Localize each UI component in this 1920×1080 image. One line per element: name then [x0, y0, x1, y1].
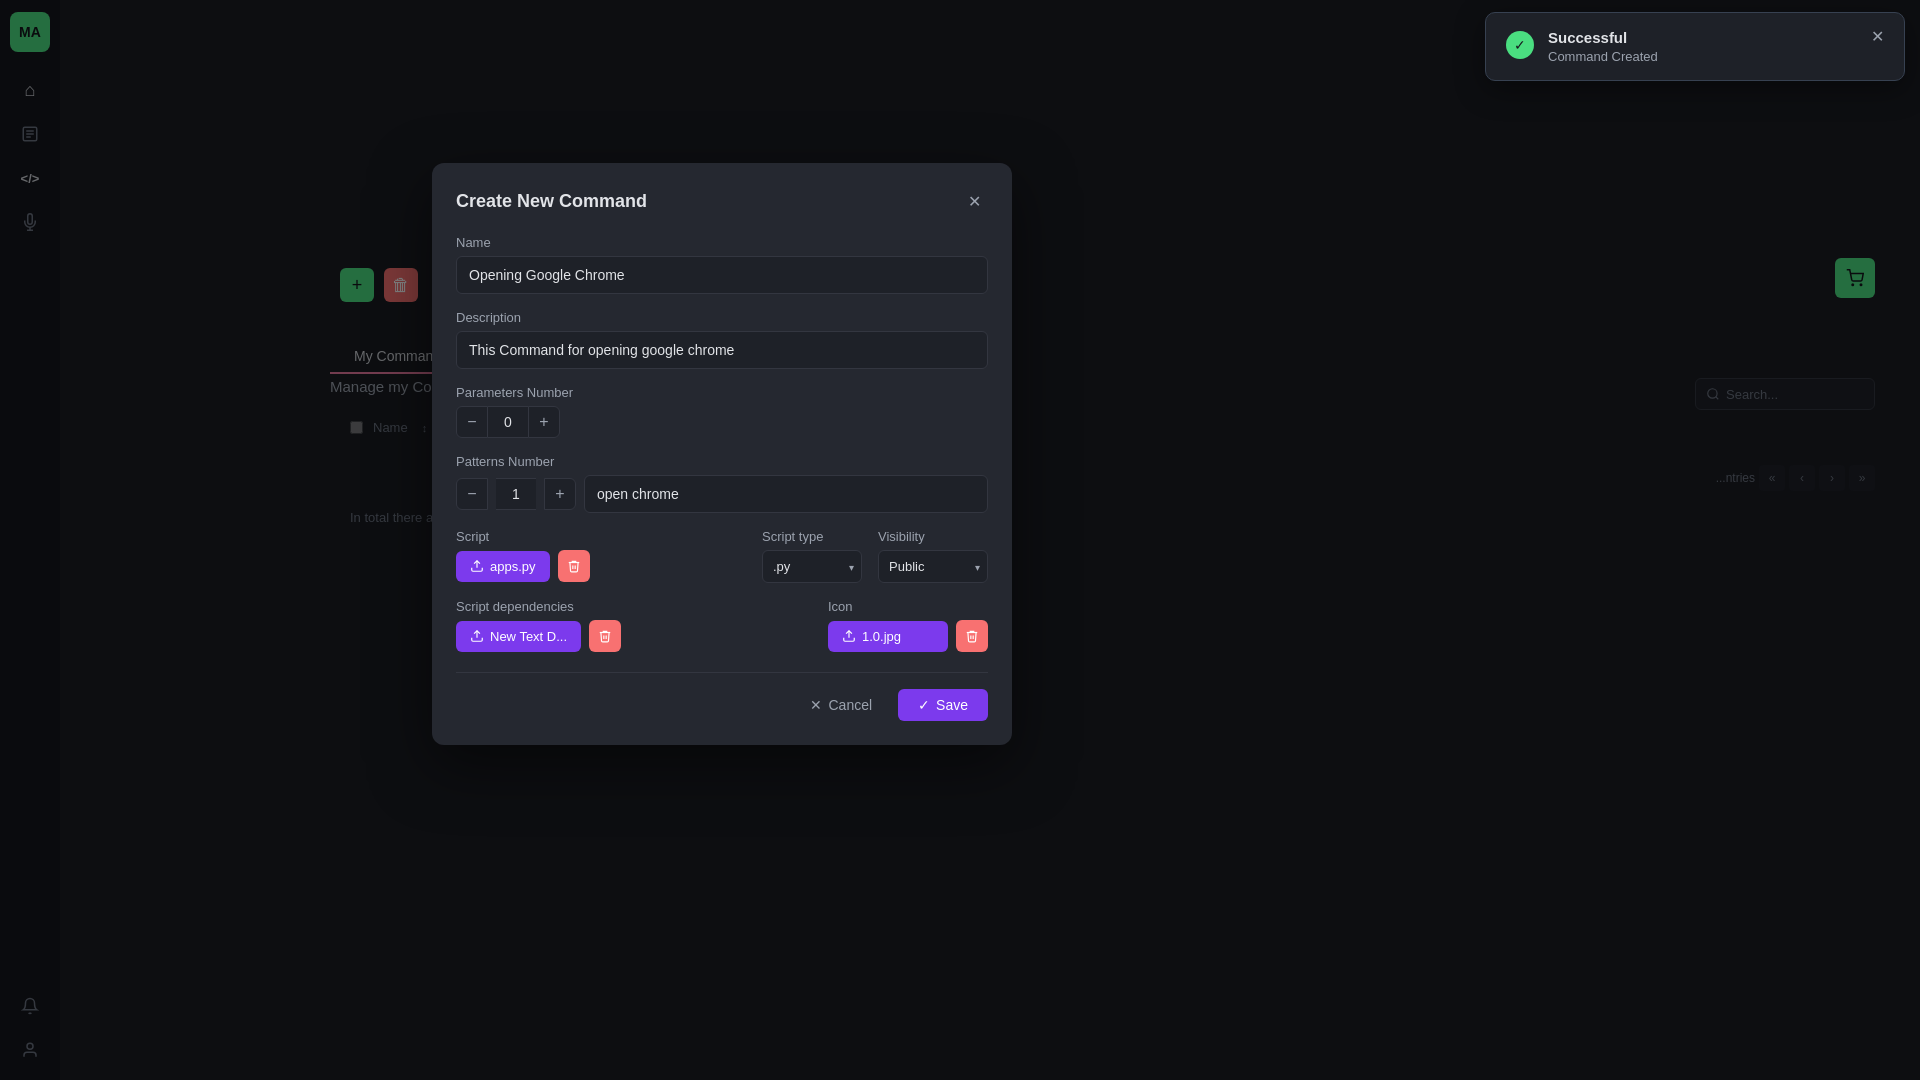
toast-notification: ✓ Successful Command Created ✕: [1485, 12, 1905, 81]
name-field-group: Name: [456, 235, 988, 294]
patterns-decrement[interactable]: −: [456, 478, 488, 510]
patterns-value: 1: [496, 478, 536, 510]
icon-delete-button[interactable]: [956, 620, 988, 652]
modal-footer: ✕ Cancel ✓ Save: [456, 672, 988, 721]
script-row: Script apps.py Script: [456, 529, 988, 583]
parameters-decrement[interactable]: −: [456, 406, 488, 438]
dependency-filename: New Text D...: [490, 629, 567, 644]
patterns-increment[interactable]: +: [544, 478, 576, 510]
cancel-icon: ✕: [810, 697, 822, 713]
toast-close-button[interactable]: ✕: [1871, 27, 1884, 46]
parameters-increment[interactable]: +: [528, 406, 560, 438]
save-icon: ✓: [918, 697, 930, 713]
visibility-col: Visibility Public Private: [878, 529, 988, 583]
visibility-select[interactable]: Public Private: [878, 550, 988, 583]
script-upload-button[interactable]: apps.py: [456, 551, 550, 582]
cancel-label: Cancel: [828, 697, 872, 713]
create-command-modal: Create New Command ✕ Name Description Pa…: [432, 163, 1012, 745]
save-button[interactable]: ✓ Save: [898, 689, 988, 721]
description-input[interactable]: [456, 331, 988, 369]
script-field-group: Script apps.py Script: [456, 529, 988, 583]
name-label: Name: [456, 235, 988, 250]
modal-title: Create New Command: [456, 191, 647, 212]
dependency-delete-button[interactable]: [589, 620, 621, 652]
patterns-label: Patterns Number: [456, 454, 988, 469]
toast-success-icon: ✓: [1506, 31, 1534, 59]
dependency-upload-button[interactable]: New Text D...: [456, 621, 581, 652]
script-filename: apps.py: [490, 559, 536, 574]
toast-title: Successful: [1548, 29, 1857, 46]
icon-col: Icon 1.0.jpg: [828, 599, 988, 652]
script-col: Script apps.py: [456, 529, 746, 582]
name-input[interactable]: [456, 256, 988, 294]
description-field-group: Description: [456, 310, 988, 369]
bottom-row: Script dependencies New Text D... Icon: [456, 599, 988, 652]
dependencies-files-row: New Text D...: [456, 620, 812, 652]
script-type-label: Script type: [762, 529, 862, 544]
save-label: Save: [936, 697, 968, 713]
parameters-stepper: − 0 +: [456, 406, 988, 438]
description-label: Description: [456, 310, 988, 325]
script-label: Script: [456, 529, 746, 544]
cancel-button[interactable]: ✕ Cancel: [794, 689, 888, 721]
script-delete-button[interactable]: [558, 550, 590, 582]
parameters-label: Parameters Number: [456, 385, 988, 400]
parameters-value: 0: [488, 406, 528, 438]
icon-label: Icon: [828, 599, 988, 614]
modal-close-button[interactable]: ✕: [960, 187, 988, 215]
toast-subtitle: Command Created: [1548, 49, 1857, 64]
icon-filename: 1.0.jpg: [862, 629, 901, 644]
modal-header: Create New Command ✕: [456, 187, 988, 215]
toast-content: Successful Command Created: [1548, 29, 1857, 64]
patterns-input[interactable]: [584, 475, 988, 513]
patterns-row: − 1 +: [456, 475, 988, 513]
script-type-select[interactable]: .py .sh .js: [762, 550, 862, 583]
visibility-label: Visibility: [878, 529, 988, 544]
parameters-field-group: Parameters Number − 0 +: [456, 385, 988, 438]
dependencies-col: Script dependencies New Text D...: [456, 599, 812, 652]
icon-row: 1.0.jpg: [828, 620, 988, 652]
script-type-col: Script type .py .sh .js: [762, 529, 862, 583]
icon-upload-button[interactable]: 1.0.jpg: [828, 621, 948, 652]
dependencies-label: Script dependencies: [456, 599, 812, 614]
patterns-field-group: Patterns Number − 1 +: [456, 454, 988, 513]
